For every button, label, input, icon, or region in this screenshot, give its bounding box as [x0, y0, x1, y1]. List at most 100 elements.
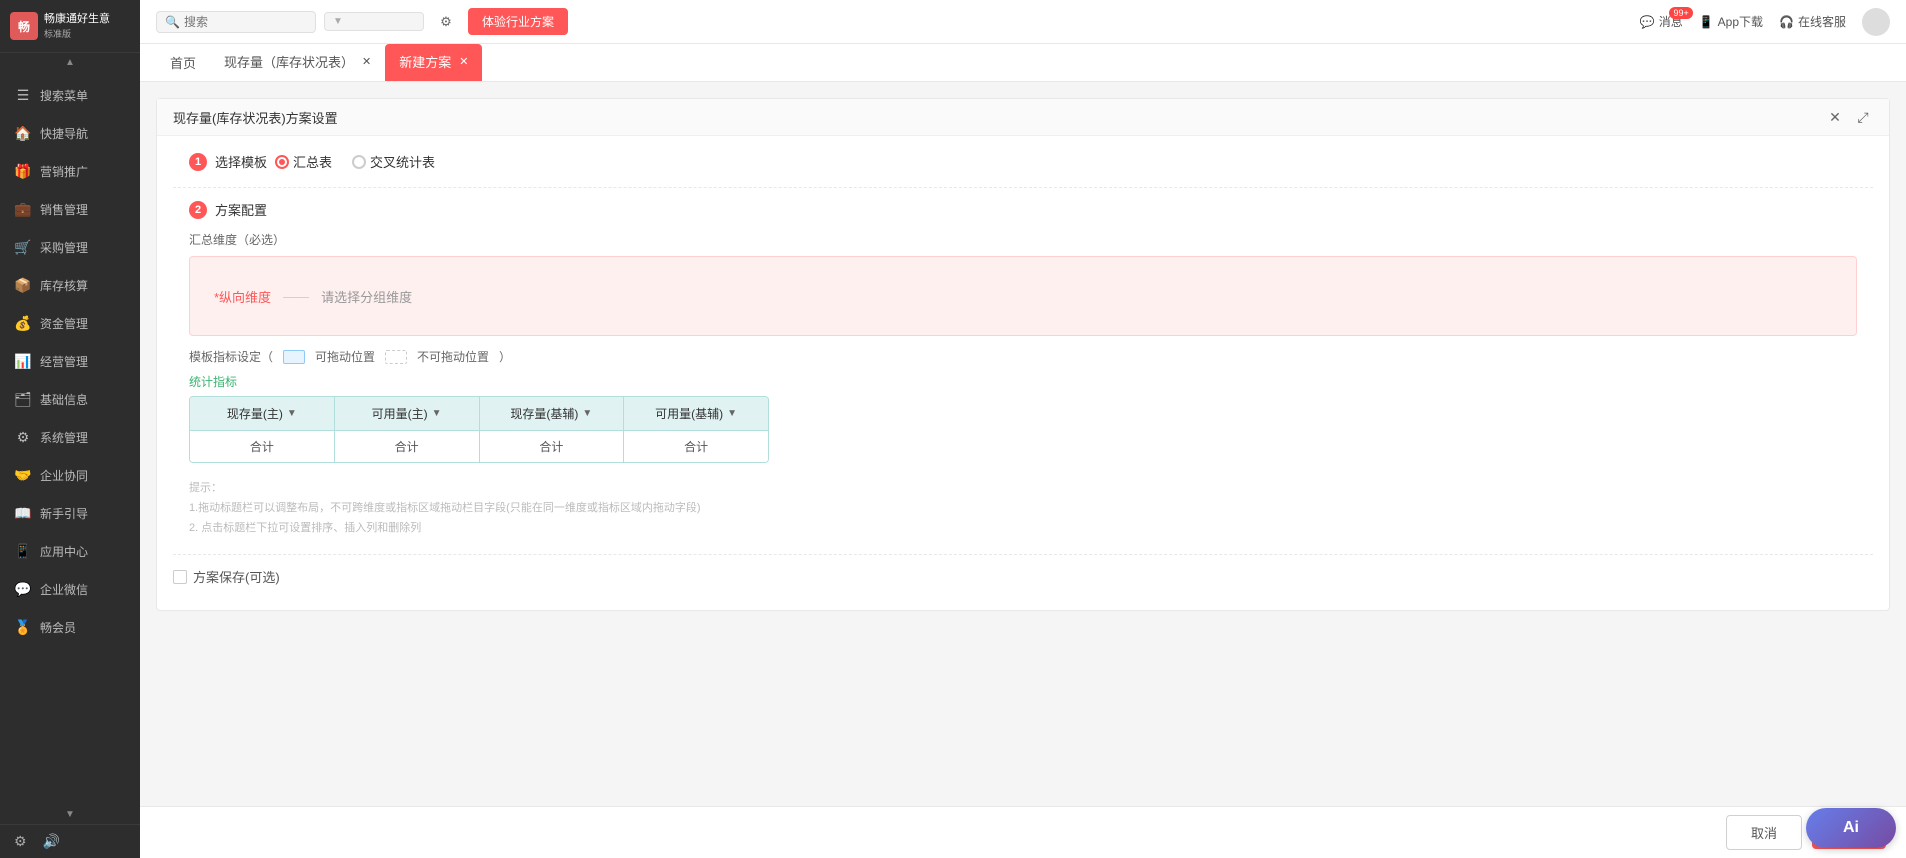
- indicator-label-text: 模板指标设定（: [189, 348, 273, 365]
- sidebar-item-marketing[interactable]: 🎁 营销推广: [0, 152, 140, 190]
- user-avatar[interactable]: [1862, 8, 1890, 36]
- section-divider-1: [173, 187, 1873, 188]
- online-service-label: 在线客服: [1798, 13, 1846, 30]
- tab-inventory-close[interactable]: ✕: [362, 55, 371, 68]
- avatar-box: [1862, 8, 1890, 36]
- scroll-up-arrow[interactable]: ▲: [0, 53, 140, 72]
- ai-fab-button[interactable]: Ai: [1806, 808, 1896, 848]
- sidebar-item-coop[interactable]: 🤝 企业协同: [0, 456, 140, 494]
- indicator-close-text: ）: [499, 348, 511, 365]
- sidebar-item-label: 库存核算: [40, 277, 88, 294]
- sidebar-item-label: 系统管理: [40, 429, 88, 446]
- panel-controls: ✕ ⤢: [1825, 107, 1873, 127]
- radio-cross[interactable]: 交叉统计表: [352, 152, 435, 171]
- messages-item[interactable]: 💬 消息 99+: [1640, 13, 1683, 30]
- stats-cell-1-2: 合计: [335, 431, 480, 462]
- sidebar-item-newbie[interactable]: 📖 新手引导: [0, 494, 140, 532]
- marketing-icon: 🎁: [14, 162, 32, 180]
- dimension-hint: 请选择分组维度: [321, 287, 412, 306]
- panel-body: 1 选择模板 汇总表 交叉统计表: [157, 136, 1889, 610]
- gear-icon: ⚙: [440, 14, 452, 30]
- sidebar-item-system[interactable]: ⚙ 系统管理: [0, 418, 140, 456]
- save-option-row: 方案保存(可选): [173, 567, 1873, 586]
- sidebar-item-inventory[interactable]: 📦 库存核算: [0, 266, 140, 304]
- sidebar: 畅 畅康通好生意 标准版 ▲ ☰ 搜索菜单 🏠 快捷导航 🎁 营销推广 💼 销售…: [0, 0, 140, 858]
- sidebar-item-finance[interactable]: 💰 资金管理: [0, 304, 140, 342]
- sidebar-item-shortcut[interactable]: 🏠 快捷导航: [0, 114, 140, 152]
- sidebar-item-purchase[interactable]: 🛒 采购管理: [0, 228, 140, 266]
- app-download-icon: 📱: [1699, 15, 1714, 29]
- sidebar-item-label: 销售管理: [40, 201, 88, 218]
- sidebar-item-appstore[interactable]: 📱 应用中心: [0, 532, 140, 570]
- sidebar-item-member[interactable]: 🏅 畅会员: [0, 608, 140, 646]
- dimension-box[interactable]: *纵向维度 —— 请选择分组维度: [189, 256, 1857, 336]
- indicator-fixed-label: 不可拖动位置: [417, 348, 489, 365]
- stats-table-header: 现存量(主) ▼ 可用量(主) ▼ 现存量(基辅) ▼: [190, 397, 768, 430]
- radio-summary[interactable]: 汇总表: [275, 152, 332, 171]
- online-service-item[interactable]: 🎧 在线客服: [1779, 13, 1846, 30]
- tab-new-plan-close[interactable]: ✕: [459, 55, 468, 68]
- indicator-draggable-label: 可拖动位置: [315, 348, 375, 365]
- step2-label: 方案配置: [215, 200, 267, 219]
- topbar-dropdown[interactable]: ▼: [324, 12, 424, 31]
- tab-new-plan[interactable]: 新建方案 ✕: [385, 44, 482, 81]
- sidebar-nav: ☰ 搜索菜单 🏠 快捷导航 🎁 营销推广 💼 销售管理 🛒 采购管理 📦 库存核…: [0, 72, 140, 805]
- bottom-bar: 取消 查询: [140, 806, 1906, 858]
- sound-bottom-icon[interactable]: 🔊: [43, 833, 60, 850]
- messages-badge: 99+: [1669, 7, 1692, 19]
- basic-icon: 🗂: [14, 390, 32, 408]
- sidebar-item-basic[interactable]: 🗂 基础信息: [0, 380, 140, 418]
- topbar-search-box[interactable]: 🔍: [156, 11, 316, 33]
- section-divider-2: [173, 554, 1873, 555]
- search-input[interactable]: [184, 15, 284, 29]
- template-radio-group: 汇总表 交叉统计表: [275, 152, 435, 171]
- sidebar-item-wechat[interactable]: 💬 企业微信: [0, 570, 140, 608]
- stats-col-2[interactable]: 可用量(主) ▼: [335, 397, 480, 430]
- expand-panel-button[interactable]: ⤢: [1853, 107, 1873, 127]
- topbar: 🔍 ▼ ⚙ 体验行业方案 💬 消息 99+ 📱 App下载 🎧: [140, 0, 1906, 44]
- headset-icon: 🎧: [1779, 15, 1794, 29]
- sidebar-item-operation[interactable]: 📊 经营管理: [0, 342, 140, 380]
- sidebar-item-label: 搜索菜单: [40, 87, 88, 104]
- dimension-required: *纵向维度: [214, 287, 271, 306]
- stats-col-3-label: 现存量(基辅): [510, 405, 578, 422]
- step1-label: 选择模板: [215, 152, 267, 171]
- sidebar-bottom: ⚙ 🔊: [0, 824, 140, 858]
- sidebar-item-label: 企业协同: [40, 467, 88, 484]
- stats-cell-1-1: 合计: [190, 431, 335, 462]
- tab-home[interactable]: 首页: [156, 45, 210, 80]
- logo-text-block: 畅康通好生意 标准版: [44, 12, 110, 39]
- sidebar-item-sales[interactable]: 💼 销售管理: [0, 190, 140, 228]
- search-menu-icon: ☰: [14, 86, 32, 104]
- settings-bottom-icon[interactable]: ⚙: [14, 833, 27, 850]
- settings-panel: 现存量(库存状况表)方案设置 ✕ ⤢ 1 选择模板 汇总表: [156, 98, 1890, 611]
- radio-cross-label: 交叉统计表: [370, 152, 435, 171]
- gear-button[interactable]: ⚙: [432, 8, 460, 36]
- appstore-icon: 📱: [14, 542, 32, 560]
- sidebar-item-label: 资金管理: [40, 315, 88, 332]
- tab-inventory-label: 现存量（库存状况表）: [224, 52, 354, 71]
- tab-inventory-status[interactable]: 现存量（库存状况表） ✕: [210, 44, 385, 81]
- stats-col-4[interactable]: 可用量(基辅) ▼: [624, 397, 768, 430]
- sidebar-item-label: 采购管理: [40, 239, 88, 256]
- save-option-label: 方案保存(可选): [193, 567, 280, 586]
- sidebar-item-label: 畅会员: [40, 619, 76, 636]
- cancel-button[interactable]: 取消: [1726, 815, 1802, 850]
- chevron-down-icon-1: ▼: [287, 408, 297, 419]
- trial-button[interactable]: 体验行业方案: [468, 8, 568, 35]
- app-name: 畅康通好生意: [44, 12, 110, 26]
- scroll-down-arrow[interactable]: ▼: [0, 805, 140, 824]
- app-download-label: App下载: [1718, 13, 1763, 30]
- app-download-item[interactable]: 📱 App下载: [1699, 13, 1763, 30]
- stats-col-3[interactable]: 现存量(基辅) ▼: [480, 397, 625, 430]
- sidebar-item-search[interactable]: ☰ 搜索菜单: [0, 76, 140, 114]
- sidebar-item-label: 新手引导: [40, 505, 88, 522]
- topbar-right: 💬 消息 99+ 📱 App下载 🎧 在线客服: [1640, 8, 1890, 36]
- tab-new-plan-label: 新建方案: [399, 52, 451, 71]
- app-version: 标准版: [44, 27, 110, 40]
- close-panel-button[interactable]: ✕: [1825, 107, 1845, 127]
- radio-summary-circle: [275, 155, 289, 169]
- radio-cross-circle: [352, 155, 366, 169]
- stats-col-1[interactable]: 现存量(主) ▼: [190, 397, 335, 430]
- save-checkbox[interactable]: [173, 570, 187, 584]
